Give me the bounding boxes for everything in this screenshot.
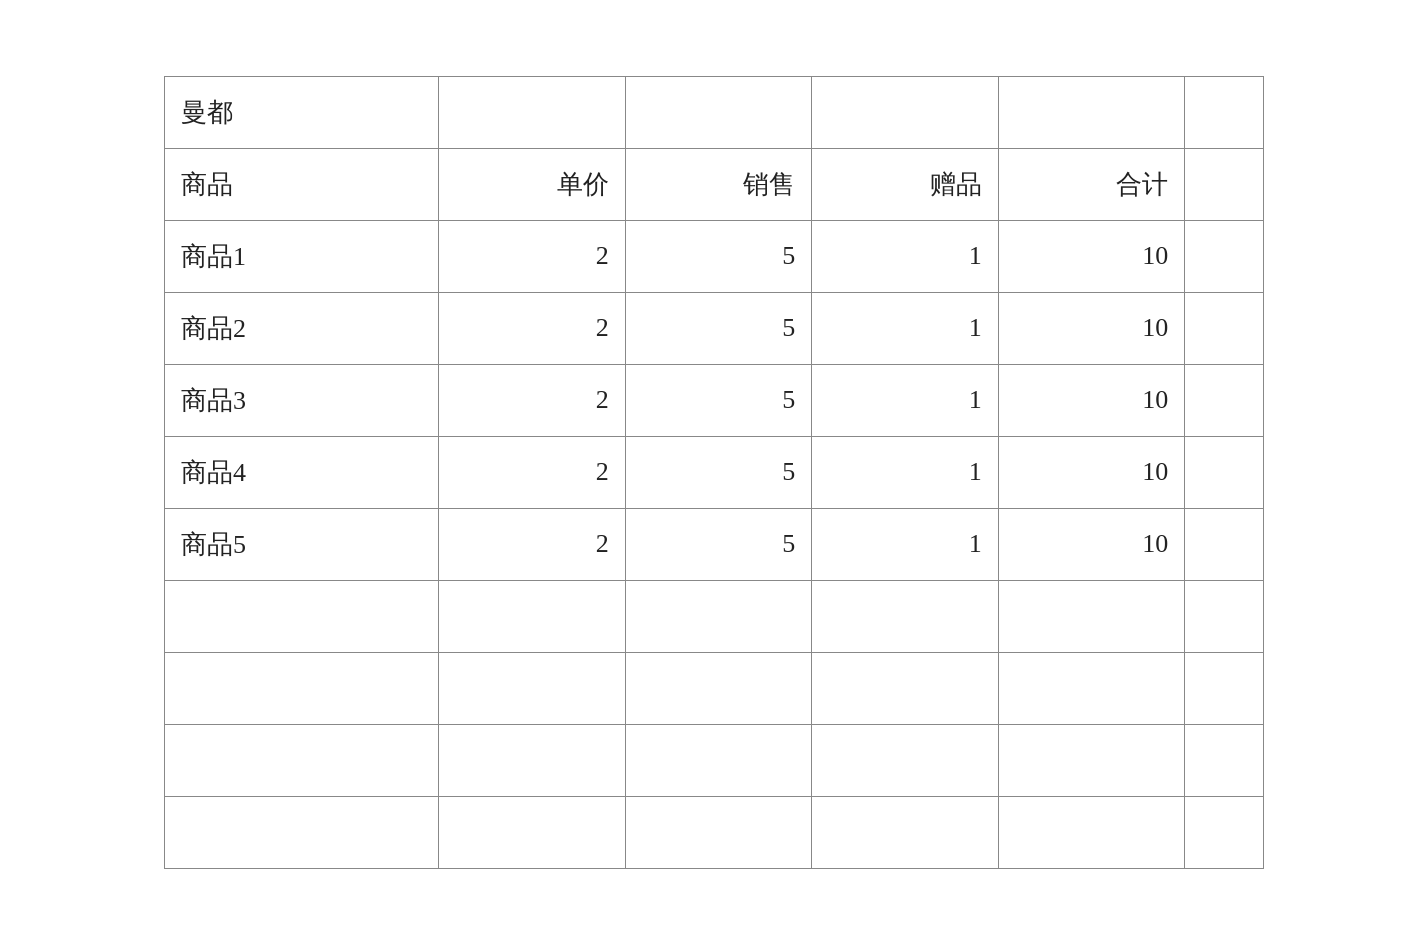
table-row: 商品225110 [165, 292, 1264, 364]
header-item: 商品 [165, 148, 439, 220]
table-container: 曼都 商品 单价 销售 赠品 合计 商品125110商品225110商品3251… [0, 0, 1428, 944]
table-cell [1185, 292, 1264, 364]
table-cell: 1 [812, 292, 999, 364]
table-cell [1185, 436, 1264, 508]
empty-cell [812, 796, 999, 868]
title-sales-empty [625, 76, 812, 148]
table-cell: 2 [439, 364, 626, 436]
empty-cell [998, 796, 1185, 868]
empty-row [165, 724, 1264, 796]
empty-cell [998, 724, 1185, 796]
empty-row [165, 796, 1264, 868]
empty-cell [625, 652, 812, 724]
table-cell: 5 [625, 364, 812, 436]
empty-cell [165, 796, 439, 868]
table-cell: 1 [812, 436, 999, 508]
empty-cell [439, 652, 626, 724]
table-cell: 5 [625, 436, 812, 508]
table-cell: 5 [625, 220, 812, 292]
empty-cell [1185, 724, 1264, 796]
header-total: 合计 [998, 148, 1185, 220]
empty-cell [1185, 796, 1264, 868]
table-cell: 商品2 [165, 292, 439, 364]
empty-cell [439, 580, 626, 652]
table-cell: 1 [812, 364, 999, 436]
main-table: 曼都 商品 单价 销售 赠品 合计 商品125110商品225110商品3251… [164, 76, 1264, 869]
empty-cell [812, 724, 999, 796]
table-cell: 10 [998, 220, 1185, 292]
table-cell: 2 [439, 436, 626, 508]
empty-cell [1185, 652, 1264, 724]
table-cell: 10 [998, 292, 1185, 364]
header-gift: 赠品 [812, 148, 999, 220]
table-cell: 商品5 [165, 508, 439, 580]
title-gift-empty [812, 76, 999, 148]
title-total-empty [998, 76, 1185, 148]
table-cell [1185, 508, 1264, 580]
table-cell: 2 [439, 508, 626, 580]
empty-cell [812, 652, 999, 724]
table-row: 商品525110 [165, 508, 1264, 580]
table-cell: 10 [998, 436, 1185, 508]
table-cell: 1 [812, 220, 999, 292]
empty-cell [625, 796, 812, 868]
empty-cell [625, 724, 812, 796]
table-cell: 2 [439, 292, 626, 364]
header-extra [1185, 148, 1264, 220]
empty-cell [439, 796, 626, 868]
table-row: 商品425110 [165, 436, 1264, 508]
empty-cell [439, 724, 626, 796]
header-price: 单价 [439, 148, 626, 220]
table-cell: 5 [625, 292, 812, 364]
table-cell: 10 [998, 508, 1185, 580]
empty-cell [165, 652, 439, 724]
table-cell: 商品4 [165, 436, 439, 508]
table-cell [1185, 364, 1264, 436]
empty-cell [165, 724, 439, 796]
empty-cell [998, 580, 1185, 652]
table-cell: 10 [998, 364, 1185, 436]
empty-cell [812, 580, 999, 652]
table-cell: 商品1 [165, 220, 439, 292]
empty-row [165, 652, 1264, 724]
title-cell: 曼都 [165, 76, 439, 148]
empty-row [165, 580, 1264, 652]
header-row: 商品 单价 销售 赠品 合计 [165, 148, 1264, 220]
table-cell [1185, 220, 1264, 292]
title-row: 曼都 [165, 76, 1264, 148]
title-extra-empty [1185, 76, 1264, 148]
empty-cell [625, 580, 812, 652]
table-row: 商品325110 [165, 364, 1264, 436]
empty-cell [998, 652, 1185, 724]
table-cell: 5 [625, 508, 812, 580]
table-cell: 1 [812, 508, 999, 580]
table-cell: 2 [439, 220, 626, 292]
empty-cell [165, 580, 439, 652]
title-price-empty [439, 76, 626, 148]
table-cell: 商品3 [165, 364, 439, 436]
empty-cell [1185, 580, 1264, 652]
header-sales: 销售 [625, 148, 812, 220]
table-row: 商品125110 [165, 220, 1264, 292]
